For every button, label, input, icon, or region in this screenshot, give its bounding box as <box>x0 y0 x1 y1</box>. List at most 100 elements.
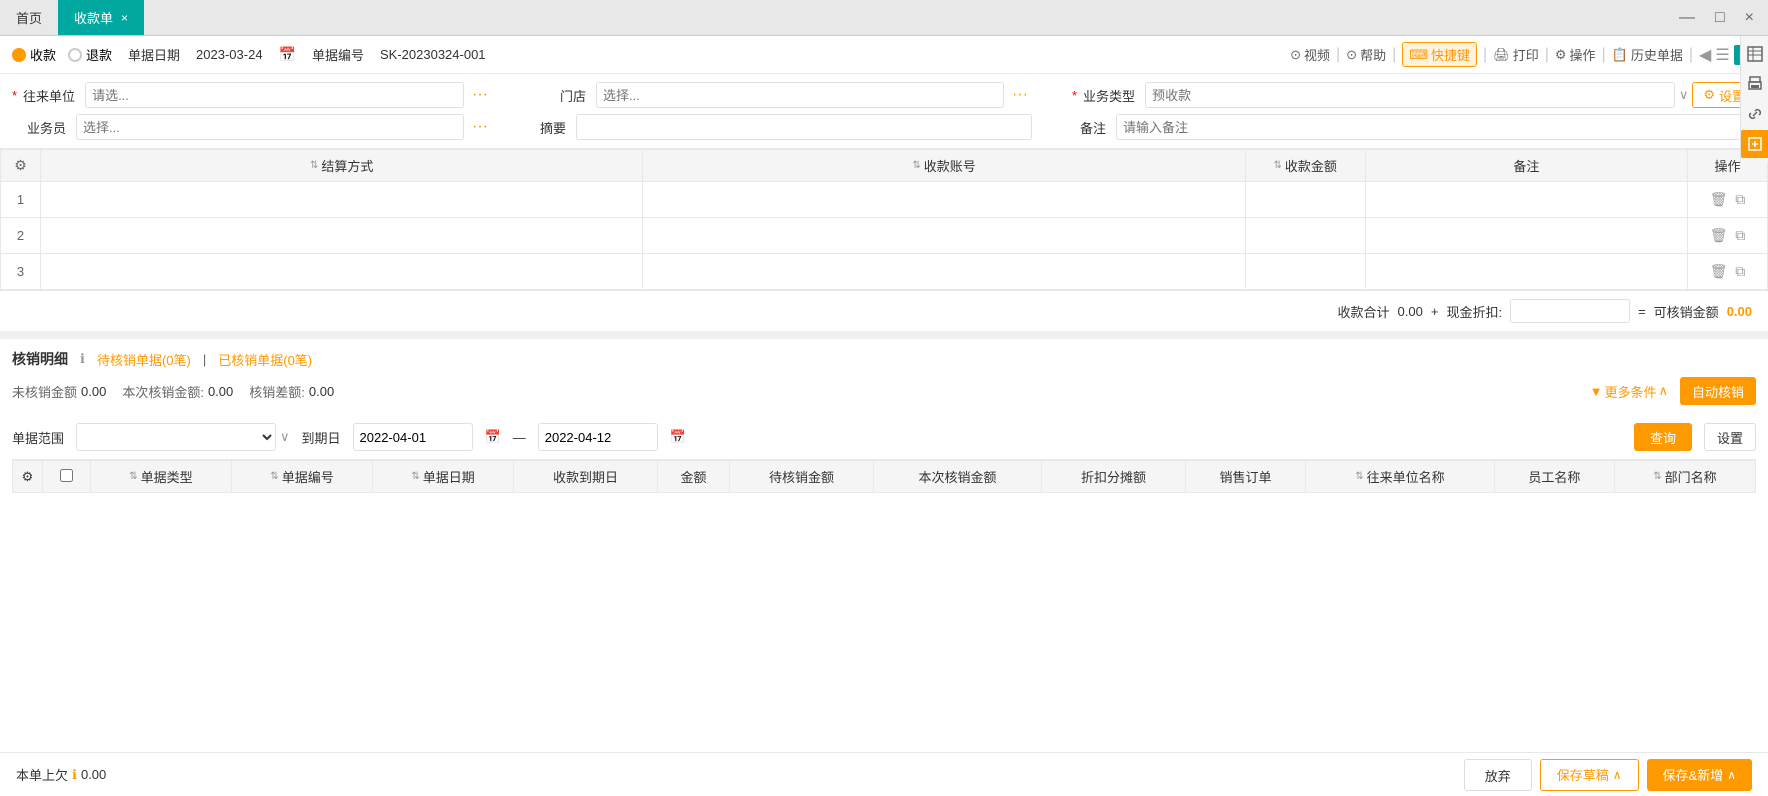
biztype-input[interactable] <box>1145 82 1675 108</box>
col-amount: 金额 <box>658 461 730 493</box>
tab-home-label: 首页 <box>16 8 42 27</box>
footer-info-icon[interactable]: ℹ <box>72 767 77 783</box>
store-more-icon[interactable]: ··· <box>1008 86 1032 104</box>
hexiao-filter: 单据范围 ∨ 到期日 📅 — 📅 查询 设置 <box>12 415 1756 460</box>
settings-gear-icon: ⚙ <box>1703 87 1715 103</box>
row-2-remark[interactable] <box>1365 218 1687 254</box>
print-btn[interactable]: 🖨 打印 <box>1493 45 1539 64</box>
row-1-ops: 🗑 ⧉ <box>1688 182 1768 218</box>
row-2-copy-icon[interactable]: ⧉ <box>1735 227 1745 243</box>
current-value: 0.00 <box>208 384 233 399</box>
due-date-label: 到期日 <box>302 428 341 447</box>
more-conditions-arrow: ∧ <box>1658 383 1668 399</box>
row-3-account[interactable] <box>643 254 1245 290</box>
table-row: 1 🗑 ⧉ <box>1 182 1768 218</box>
save-label: 保存&新增 <box>1663 765 1724 784</box>
row-2-amount[interactable] <box>1245 218 1365 254</box>
tab-home[interactable]: 首页 <box>0 0 58 35</box>
calendar-to-icon[interactable]: 📅 <box>670 429 686 445</box>
select-all-checkbox[interactable] <box>60 469 73 482</box>
row-1-remark[interactable] <box>1365 182 1687 218</box>
hexiao-pending-tab[interactable]: 待核销单据(0笔) <box>97 350 191 369</box>
table-settings-header[interactable]: ⚙ <box>1 150 41 182</box>
operation-btn[interactable]: ⚙ 操作 <box>1555 45 1596 64</box>
toolbar-row: 收款 退款 单据日期 2023-03-24 📅 单据编号 SK-20230324… <box>0 36 1768 74</box>
staff-more-icon[interactable]: ··· <box>468 118 492 136</box>
col-staff: 员工名称 <box>1494 461 1614 493</box>
current-stat: 本次核销金额: 0.00 <box>122 382 233 401</box>
sidebar-expand-icon[interactable] <box>1741 130 1768 158</box>
maximize-button[interactable]: □ <box>1709 7 1731 29</box>
print-icon <box>1747 76 1763 92</box>
hexiao-info-icon[interactable]: ℹ <box>80 351 85 367</box>
abandon-button[interactable]: 放弃 <box>1464 759 1532 791</box>
hexiao-header: 核销明细 ℹ 待核销单据(0笔) | 已核销单据(0笔) <box>12 349 1756 369</box>
row-2-settlement[interactable] <box>41 218 643 254</box>
staff-input[interactable] <box>76 114 464 140</box>
row-3-amount[interactable] <box>1245 254 1365 290</box>
table-gear-icon[interactable]: ⚙ <box>14 157 27 173</box>
grid-prev-icon[interactable]: ◀ <box>1699 45 1711 65</box>
calendar-from-icon[interactable]: 📅 <box>485 429 501 445</box>
minimize-button[interactable]: — <box>1673 7 1701 29</box>
row-1-account[interactable] <box>643 182 1245 218</box>
discount-input[interactable] <box>1510 299 1630 323</box>
auto-hexiao-button[interactable]: 自动核销 <box>1680 377 1756 405</box>
biztype-dropdown-icon[interactable]: ∨ <box>1679 87 1689 103</box>
remark-input[interactable] <box>1116 114 1756 140</box>
more-conditions-btn[interactable]: ▼ 更多条件 ∧ <box>1590 382 1668 401</box>
col-dept: ⇅ 部门名称 <box>1614 461 1755 493</box>
discount-label: 现金折扣: <box>1446 302 1502 321</box>
row-3-copy-icon[interactable]: ⧉ <box>1735 263 1745 279</box>
store-input[interactable] <box>596 82 1004 108</box>
video-icon: ⊙ <box>1290 47 1301 63</box>
sidebar-link-icon[interactable] <box>1741 100 1768 128</box>
radio-refund[interactable]: 退款 <box>68 45 112 64</box>
range-select[interactable] <box>76 423 276 451</box>
history-btn[interactable]: 📋 历史单据 <box>1612 45 1683 64</box>
counterpart-more-icon[interactable]: ··· <box>468 86 492 104</box>
row-3-settlement[interactable] <box>41 254 643 290</box>
row-1-copy-icon[interactable]: ⧉ <box>1735 191 1745 207</box>
row-2-delete-icon[interactable]: 🗑 <box>1710 227 1728 243</box>
sidebar-table-icon[interactable] <box>1741 40 1768 68</box>
query-button[interactable]: 查询 <box>1634 423 1692 451</box>
radio-receipt-label: 收款 <box>30 45 56 64</box>
row-3-num: 3 <box>1 254 41 290</box>
close-button[interactable]: × <box>1739 7 1760 29</box>
sidebar-print-icon[interactable] <box>1741 70 1768 98</box>
summary-input[interactable] <box>576 114 1032 140</box>
row-1-settlement[interactable] <box>41 182 643 218</box>
hexiao-done-tab[interactable]: 已核销单据(0笔) <box>218 350 312 369</box>
row-3-delete-icon[interactable]: 🗑 <box>1710 263 1728 279</box>
radio-receipt[interactable]: 收款 <box>12 45 56 64</box>
shortcut-btn[interactable]: ⌨ 快捷键 <box>1402 42 1477 67</box>
date-to-input[interactable] <box>538 423 658 451</box>
date-value: 2023-03-24 <box>196 47 263 62</box>
col-company-label: 往来单位名称 <box>1367 467 1445 486</box>
counterpart-field: * 往来单位 ··· <box>12 82 492 108</box>
row-1-delete-icon[interactable]: 🗑 <box>1710 191 1728 207</box>
row-3-remark[interactable] <box>1365 254 1687 290</box>
checkbox-all-header[interactable]: ⚙ <box>13 461 43 493</box>
date-from-input[interactable] <box>353 423 473 451</box>
table-header-amount: ⇅ 收款金额 <box>1245 150 1365 182</box>
table-gear-bottom-icon[interactable]: ⚙ <box>22 469 34 484</box>
total-value: 0.00 <box>1398 304 1423 319</box>
tab-close-icon[interactable]: × <box>121 11 128 25</box>
calendar-icon[interactable]: 📅 <box>279 46 296 63</box>
row-1-amount[interactable] <box>1245 182 1365 218</box>
help-btn[interactable]: ⊙ 帮助 <box>1346 45 1386 64</box>
print-icon: 🖨 <box>1493 47 1510 63</box>
checkbox-col[interactable] <box>43 461 91 493</box>
hexiao-settings-button[interactable]: 设置 <box>1704 423 1756 451</box>
table-section: ⚙ ⇅ 结算方式 ⇅ 收款账号 <box>0 149 1768 290</box>
counterpart-input[interactable] <box>85 82 464 108</box>
bottom-table-section: ⚙ ⇅ 单据类型 ⇅ <box>12 460 1756 493</box>
row-2-account[interactable] <box>643 218 1245 254</box>
video-btn[interactable]: ⊙ 视频 <box>1290 45 1330 64</box>
current-label: 本次核销金额: <box>122 382 204 401</box>
save-new-button[interactable]: 保存&新增 ∧ <box>1647 759 1752 791</box>
tab-active[interactable]: 收款单 × <box>58 0 144 35</box>
draft-button[interactable]: 保存草稿 ∧ <box>1540 759 1639 791</box>
